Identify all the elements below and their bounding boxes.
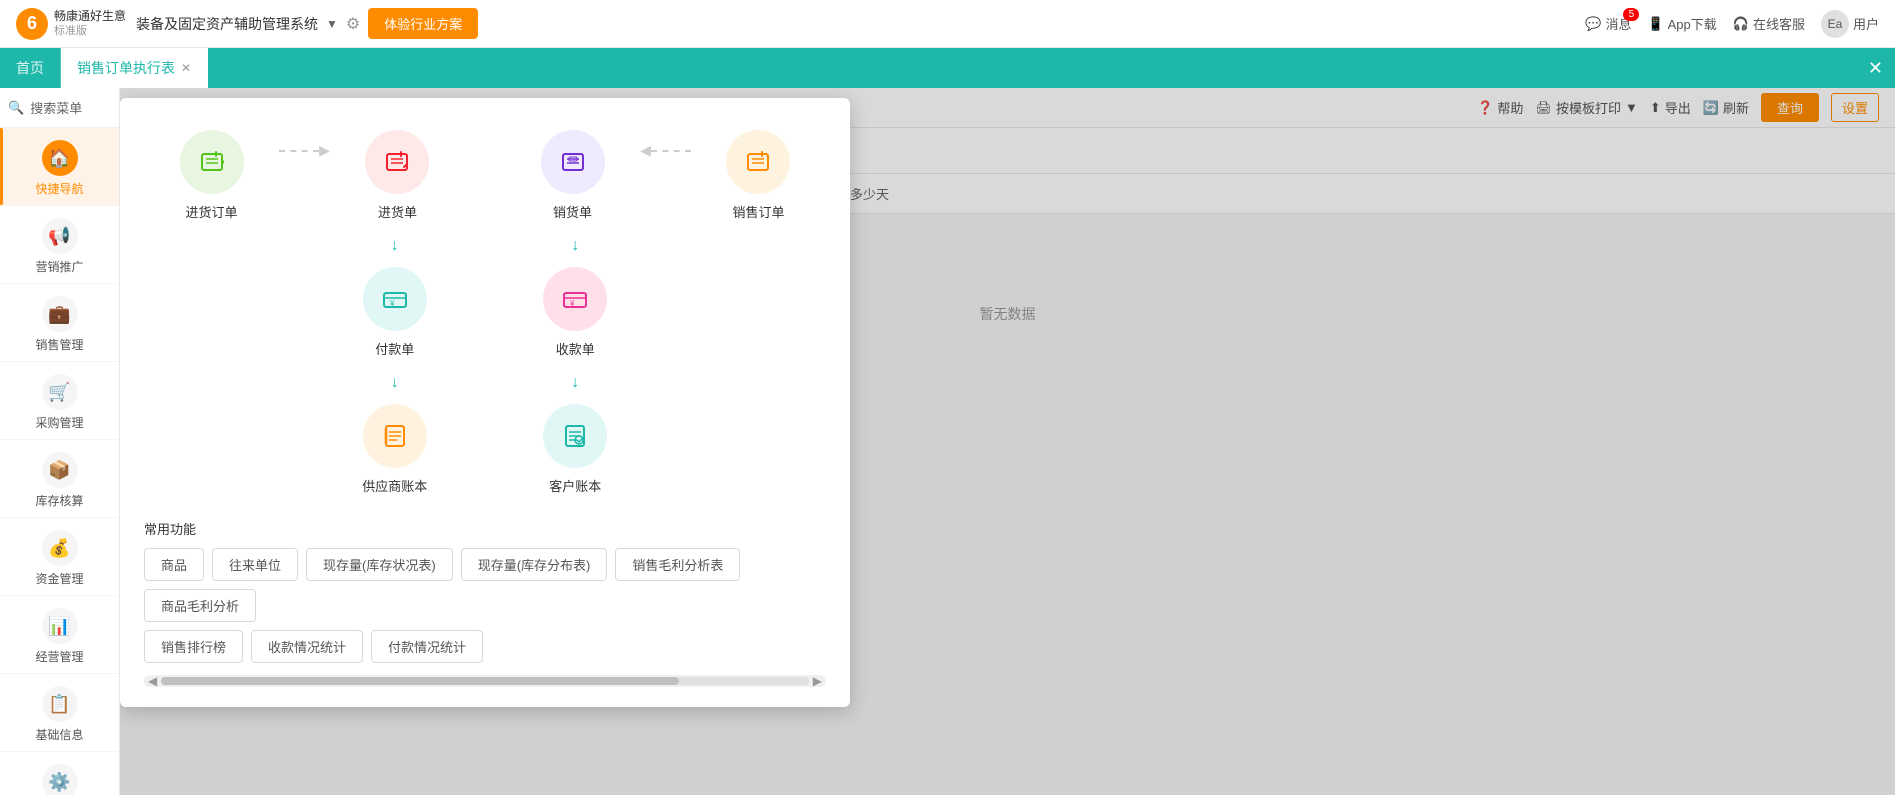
sales-icon: 💼 xyxy=(42,296,78,332)
receipt-icon: ¥ xyxy=(543,267,607,331)
common-funcs-title: 常用功能 xyxy=(144,519,826,538)
logo-icon: 6 xyxy=(16,8,48,40)
main-layout: 🔍 搜索菜单 🏠 快捷导航 📢 营销推广 💼 销售管理 🛒 采购管理 📦 库存核… xyxy=(0,88,1895,795)
message-button[interactable]: 💬 消息 5 xyxy=(1585,14,1631,33)
flow-node-supplier-ledger[interactable]: 供应商账本 xyxy=(325,396,466,503)
logo-text: 畅康通好生意 标准版 xyxy=(54,9,126,39)
user-menu[interactable]: Ea 用户 xyxy=(1821,10,1879,38)
func-buttons-row2: 销售排行榜 收款情况统计 付款情况统计 xyxy=(144,630,826,663)
sidebar-item-system[interactable]: ⚙️ 系统管理 xyxy=(0,752,119,795)
marketing-icon: 📢 xyxy=(42,218,78,254)
quick-nav-modal: 进货订单 ▶ xyxy=(120,98,850,707)
system-title-area: 装备及固定资产辅助管理系统 ▼ ⚙ 体验行业方案 xyxy=(136,8,1585,39)
flow-node-customer-ledger[interactable]: 客户账本 xyxy=(505,396,646,503)
customer-ledger-icon xyxy=(543,404,607,468)
overlay: 进货订单 ▶ xyxy=(120,88,1895,795)
avatar: Ea xyxy=(1821,10,1849,38)
gear-icon[interactable]: ⚙ xyxy=(346,14,360,34)
app-download-button[interactable]: 📱 App下载 xyxy=(1647,14,1716,33)
tab-sales-exec[interactable]: 销售订单执行表 ✕ xyxy=(61,48,208,88)
svg-text:¥: ¥ xyxy=(569,299,575,308)
scroll-track[interactable] xyxy=(161,677,809,685)
sidebar-item-basic[interactable]: 📋 基础信息 xyxy=(0,674,119,752)
header-right: 💬 消息 5 📱 App下载 🎧 在线客服 Ea 用户 xyxy=(1585,10,1879,38)
func-btn-payment-stats[interactable]: 付款情况统计 xyxy=(371,630,483,663)
finance-icon: 💰 xyxy=(42,530,78,566)
func-btn-stock-status[interactable]: 现存量(库存状况表) xyxy=(306,548,453,581)
supplier-ledger-label: 供应商账本 xyxy=(362,476,427,495)
flow-node-sales-bill[interactable]: 销货单 xyxy=(505,122,640,229)
sidebar-item-operation[interactable]: 📊 经营管理 xyxy=(0,596,119,674)
sales-order-label: 销售订单 xyxy=(732,202,784,221)
flow-node-payment[interactable]: ¥ 付款单 xyxy=(325,259,466,366)
func-btn-sales-margin[interactable]: 销售毛利分析表 xyxy=(615,548,740,581)
sales-order-icon xyxy=(726,130,790,194)
tab-bar-close-button[interactable]: ✕ xyxy=(1868,59,1883,77)
flow-node-purchase-bill[interactable]: 进货单 xyxy=(330,122,465,229)
customer-ledger-label: 客户账本 xyxy=(549,476,601,495)
system-icon: ⚙️ xyxy=(42,764,78,795)
sidebar-item-purchase[interactable]: 🛒 采购管理 xyxy=(0,362,119,440)
supplier-ledger-icon xyxy=(363,404,427,468)
purchase-icon: 🛒 xyxy=(42,374,78,410)
tab-home[interactable]: 首页 xyxy=(0,48,61,88)
func-btn-goods-margin[interactable]: 商品毛利分析 xyxy=(144,589,256,622)
common-funcs: 常用功能 商品 往来单位 现存量(库存状况表) 现存量(库存分布表) 销售毛利分… xyxy=(144,519,826,663)
tab-bar: 首页 销售订单执行表 ✕ ✕ xyxy=(0,48,1895,88)
download-icon: 📱 xyxy=(1647,16,1663,32)
sidebar-item-finance[interactable]: 💰 资金管理 xyxy=(0,518,119,596)
payment-icon: ¥ xyxy=(363,267,427,331)
purchase-bill-icon xyxy=(365,130,429,194)
flow-node-sales-order[interactable]: 销售订单 xyxy=(691,122,826,229)
tab-close-icon[interactable]: ✕ xyxy=(181,61,191,75)
func-btn-partners[interactable]: 往来单位 xyxy=(212,548,298,581)
scrollbar[interactable]: ◀ ▶ xyxy=(144,675,826,687)
scroll-thumb xyxy=(161,677,679,685)
scroll-right-button[interactable]: ▶ xyxy=(809,674,826,688)
inventory-icon: 📦 xyxy=(42,452,78,488)
func-btn-receipt-stats[interactable]: 收款情况统计 xyxy=(251,630,363,663)
purchase-order-label: 进货订单 xyxy=(186,202,238,221)
trial-button[interactable]: 体验行业方案 xyxy=(368,8,478,39)
flow-node-receipt[interactable]: ¥ 收款单 xyxy=(505,259,646,366)
func-btn-goods[interactable]: 商品 xyxy=(144,548,204,581)
sidebar-item-sales[interactable]: 💼 销售管理 xyxy=(0,284,119,362)
sidebar-item-quick-nav[interactable]: 🏠 快捷导航 xyxy=(0,128,119,206)
purchase-bill-label: 进货单 xyxy=(378,202,417,221)
purchase-order-icon xyxy=(180,130,244,194)
logo-area: 6 畅康通好生意 标准版 xyxy=(16,8,136,40)
flow-node-purchase-order[interactable]: 进货订单 xyxy=(144,122,279,229)
sidebar: 🔍 搜索菜单 🏠 快捷导航 📢 营销推广 💼 销售管理 🛒 采购管理 📦 库存核… xyxy=(0,88,120,795)
func-buttons-row1: 商品 往来单位 现存量(库存状况表) 现存量(库存分布表) 销售毛利分析表 商品… xyxy=(144,548,826,622)
sidebar-search[interactable]: 🔍 搜索菜单 xyxy=(0,88,119,128)
quick-nav-icon: 🏠 xyxy=(42,140,78,176)
scroll-left-button[interactable]: ◀ xyxy=(144,674,161,688)
payment-label: 付款单 xyxy=(375,339,414,358)
system-title: 装备及固定资产辅助管理系统 xyxy=(136,14,318,34)
online-service-button[interactable]: 🎧 在线客服 xyxy=(1733,14,1805,33)
basic-icon: 📋 xyxy=(42,686,78,722)
sales-bill-icon xyxy=(541,130,605,194)
system-dropdown-button[interactable]: ▼ xyxy=(326,17,338,31)
search-icon: 🔍 xyxy=(8,100,24,116)
func-btn-stock-dist[interactable]: 现存量(库存分布表) xyxy=(461,548,608,581)
receipt-label: 收款单 xyxy=(556,339,595,358)
service-icon: 🎧 xyxy=(1733,16,1749,32)
sidebar-item-marketing[interactable]: 📢 营销推广 xyxy=(0,206,119,284)
top-header: 6 畅康通好生意 标准版 装备及固定资产辅助管理系统 ▼ ⚙ 体验行业方案 💬 … xyxy=(0,0,1895,48)
svg-text:¥: ¥ xyxy=(389,299,395,308)
func-btn-sales-rank[interactable]: 销售排行榜 xyxy=(144,630,243,663)
message-icon: 💬 xyxy=(1585,16,1601,32)
message-badge: 5 xyxy=(1623,8,1639,21)
sidebar-item-inventory[interactable]: 📦 库存核算 xyxy=(0,440,119,518)
content-area: ❓ 帮助 🖨 按模板打印 ▼ ⬆ 导出 🔄 刷新 查询 设置 📅 xyxy=(120,88,1895,795)
operation-icon: 📊 xyxy=(42,608,78,644)
sales-bill-label: 销货单 xyxy=(553,202,592,221)
